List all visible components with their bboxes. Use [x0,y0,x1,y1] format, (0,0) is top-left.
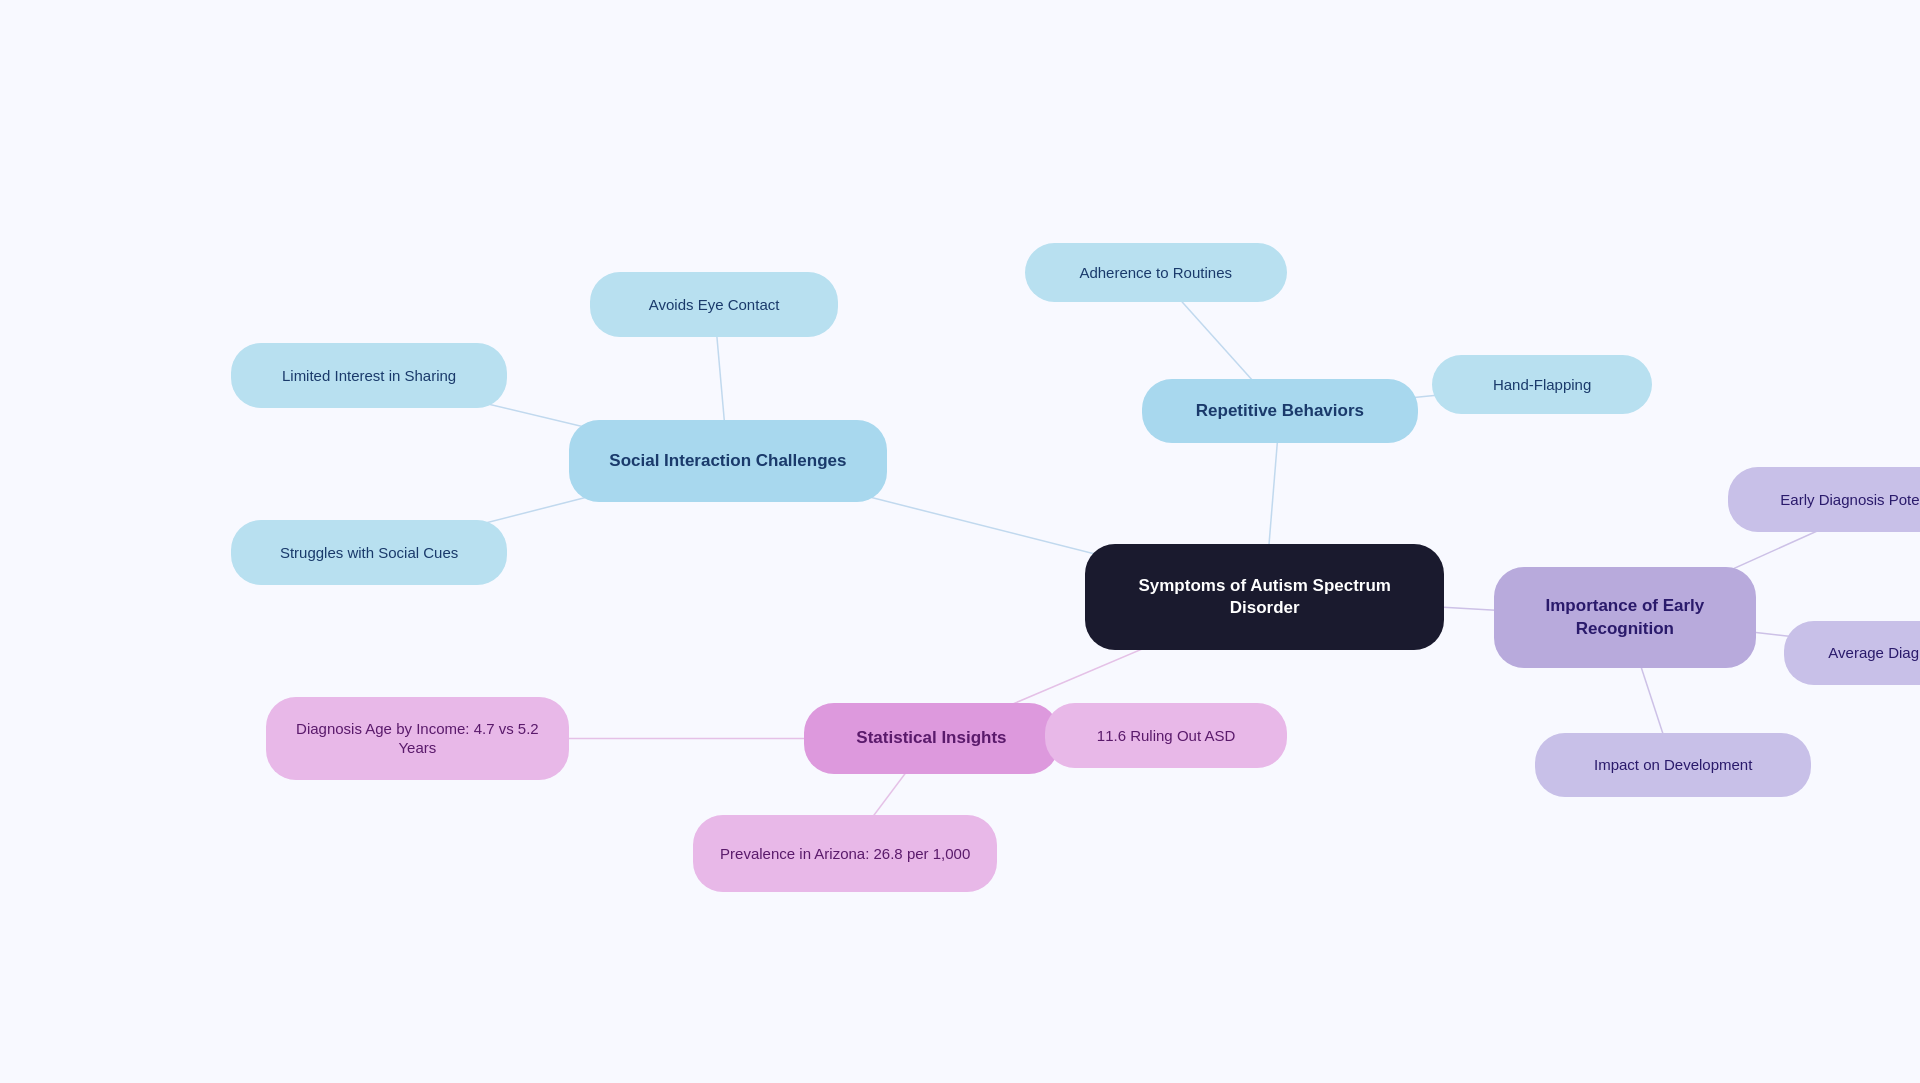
node-repetitive: Repetitive Behaviors [1142,379,1418,444]
node-early-diagnosis: Early Diagnosis Potential: Age 2 [1728,467,1920,532]
node-impact-dev: Impact on Development [1535,733,1811,798]
node-struggles-social: Struggles with Social Cues [231,520,507,585]
node-diagnosis-income: Diagnosis Age by Income: 4.7 vs 5.2 Year… [266,697,570,780]
mind-map: Symptoms of Autism Spectrum Disorder Soci… [0,0,1920,1083]
node-avg-diagnosis: Average Diagnosis Age: 5 Years [1784,621,1920,686]
node-adherence: Adherence to Routines [1025,243,1287,302]
node-limited-interest: Limited Interest in Sharing [231,343,507,408]
node-hand-flapping: Hand-Flapping [1432,355,1653,414]
center-node: Symptoms of Autism Spectrum Disorder [1085,544,1444,650]
node-social-interaction: Social Interaction Challenges [569,420,886,503]
node-prevalence: Prevalence in Arizona: 26.8 per 1,000 [693,815,997,892]
node-statistical: Statistical Insights [804,703,1059,774]
node-ruling-out: 11.6 Ruling Out ASD [1045,703,1287,768]
node-avoids-eye: Avoids Eye Contact [590,272,838,337]
node-importance-early: Importance of Early Recognition [1494,567,1756,667]
